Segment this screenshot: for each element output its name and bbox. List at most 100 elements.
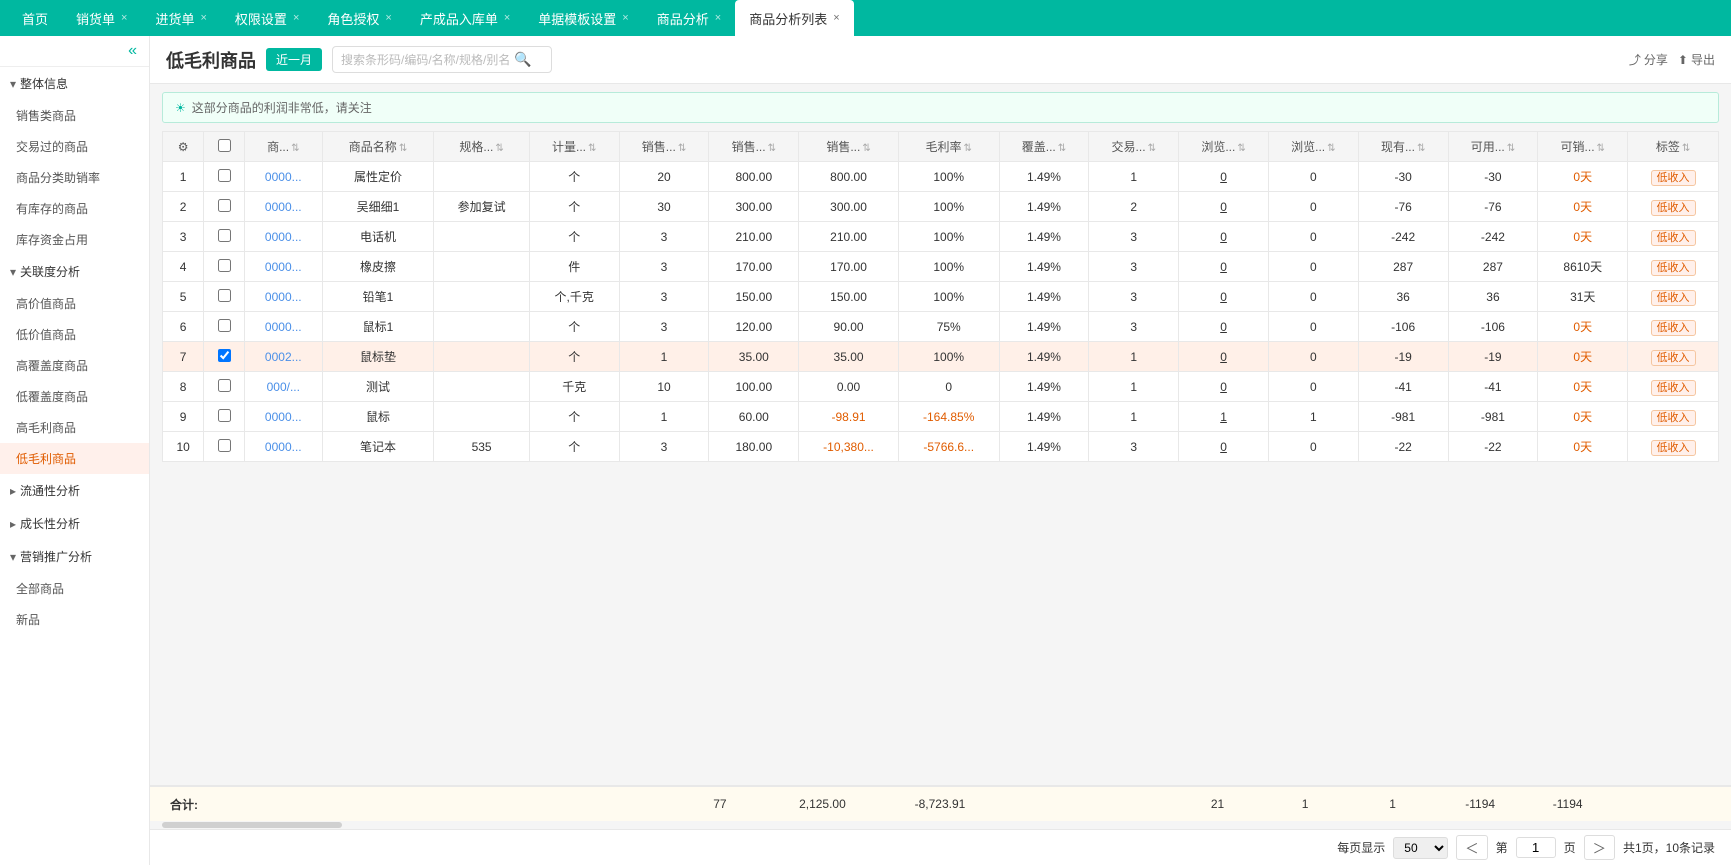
cell-view1[interactable]: 0 bbox=[1179, 222, 1269, 252]
nav-permission[interactable]: 权限设置 × bbox=[221, 0, 313, 36]
col-coverage[interactable]: 覆盖...⇅ bbox=[999, 132, 1089, 162]
row-checkbox[interactable] bbox=[218, 379, 231, 392]
close-icon[interactable]: × bbox=[715, 12, 721, 24]
cell-view1[interactable]: 0 bbox=[1179, 312, 1269, 342]
table-row[interactable]: 6 0000... 鼠标1 个 3 120.00 90.00 75% 1.49%… bbox=[163, 312, 1719, 342]
table-row[interactable]: 3 0000... 电话机 个 3 210.00 210.00 100% 1.4… bbox=[163, 222, 1719, 252]
sidebar-item-high-margin[interactable]: 高毛利商品 bbox=[0, 412, 149, 443]
close-icon[interactable]: × bbox=[385, 12, 391, 24]
sidebar-group-marketing[interactable]: ▾ 营销推广分析 bbox=[0, 540, 149, 573]
row-checkbox[interactable] bbox=[218, 169, 231, 182]
col-checkbox[interactable] bbox=[204, 132, 245, 162]
table-row[interactable]: 4 0000... 橡皮擦 件 3 170.00 170.00 100% 1.4… bbox=[163, 252, 1719, 282]
sidebar-item-inventory-products[interactable]: 有库存的商品 bbox=[0, 193, 149, 224]
sidebar-item-low-value[interactable]: 低价值商品 bbox=[0, 319, 149, 350]
close-icon[interactable]: × bbox=[293, 12, 299, 24]
cell-checkbox[interactable] bbox=[204, 162, 245, 192]
nav-product-in[interactable]: 产成品入库单 × bbox=[406, 0, 524, 36]
search-box[interactable]: 搜索条形码/编码/名称/规格/别名 🔍 bbox=[332, 46, 552, 73]
table-row[interactable]: 8 000/... 测试 千克 10 100.00 0.00 0 1.49% 1… bbox=[163, 372, 1719, 402]
close-icon[interactable]: × bbox=[833, 12, 839, 24]
cell-checkbox[interactable] bbox=[204, 222, 245, 252]
col-unit[interactable]: 计量...⇅ bbox=[529, 132, 619, 162]
row-checkbox[interactable] bbox=[218, 229, 231, 242]
sidebar-item-all-products[interactable]: 全部商品 bbox=[0, 573, 149, 604]
col-name[interactable]: 商品名称⇅ bbox=[322, 132, 434, 162]
col-sales-price[interactable]: 销售...⇅ bbox=[709, 132, 799, 162]
cell-view1[interactable]: 0 bbox=[1179, 342, 1269, 372]
cell-view1[interactable]: 0 bbox=[1179, 282, 1269, 312]
col-code[interactable]: 商...⇅ bbox=[244, 132, 322, 162]
cell-view1[interactable]: 0 bbox=[1179, 252, 1269, 282]
prev-page-button[interactable]: ＜ bbox=[1456, 835, 1487, 860]
page-number-input[interactable] bbox=[1516, 837, 1556, 858]
col-view1[interactable]: 浏览...⇅ bbox=[1179, 132, 1269, 162]
sidebar-item-category-rate[interactable]: 商品分类助销率 bbox=[0, 162, 149, 193]
nav-purchase[interactable]: 进货单 × bbox=[141, 0, 220, 36]
col-view2[interactable]: 浏览...⇅ bbox=[1268, 132, 1358, 162]
sidebar-item-sales-products[interactable]: 销售类商品 bbox=[0, 100, 149, 131]
table-row[interactable]: 1 0000... 属性定价 个 20 800.00 800.00 100% 1… bbox=[163, 162, 1719, 192]
col-current[interactable]: 现有...⇅ bbox=[1358, 132, 1448, 162]
sidebar-item-high-coverage[interactable]: 高覆盖度商品 bbox=[0, 350, 149, 381]
search-icon[interactable]: 🔍 bbox=[514, 51, 531, 68]
close-icon[interactable]: × bbox=[504, 12, 510, 24]
row-checkbox[interactable] bbox=[218, 289, 231, 302]
sidebar-item-high-value[interactable]: 高价值商品 bbox=[0, 288, 149, 319]
col-gross-margin[interactable]: 毛利率⇅ bbox=[898, 132, 999, 162]
col-sales-profit[interactable]: 销售...⇅ bbox=[799, 132, 899, 162]
cell-view1[interactable]: 0 bbox=[1179, 162, 1269, 192]
nav-sales[interactable]: 销货单 × bbox=[62, 0, 141, 36]
nav-product-analysis[interactable]: 商品分析 × bbox=[643, 0, 735, 36]
close-icon[interactable]: × bbox=[622, 12, 628, 24]
sidebar-item-traded-products[interactable]: 交易过的商品 bbox=[0, 131, 149, 162]
col-available[interactable]: 可用...⇅ bbox=[1448, 132, 1538, 162]
sidebar-group-overall[interactable]: ▾ 整体信息 bbox=[0, 67, 149, 100]
table-row[interactable]: 9 0000... 鼠标 个 1 60.00 -98.91 -164.85% 1… bbox=[163, 402, 1719, 432]
sidebar-item-low-coverage[interactable]: 低覆盖度商品 bbox=[0, 381, 149, 412]
sidebar-collapse-btn[interactable]: « bbox=[124, 42, 141, 60]
export-button[interactable]: ⬆ 导出 bbox=[1678, 51, 1715, 68]
sidebar-item-new-products[interactable]: 新品 bbox=[0, 604, 149, 635]
row-checkbox[interactable] bbox=[218, 349, 231, 362]
row-checkbox[interactable] bbox=[218, 319, 231, 332]
per-page-select[interactable]: 50 100 bbox=[1393, 837, 1448, 859]
col-sellable[interactable]: 可销...⇅ bbox=[1538, 132, 1628, 162]
row-checkbox[interactable] bbox=[218, 199, 231, 212]
cell-checkbox[interactable] bbox=[204, 192, 245, 222]
sidebar-group-correlation[interactable]: ▾ 关联度分析 bbox=[0, 255, 149, 288]
col-transaction[interactable]: 交易...⇅ bbox=[1089, 132, 1179, 162]
cell-checkbox[interactable] bbox=[204, 372, 245, 402]
cell-checkbox[interactable] bbox=[204, 312, 245, 342]
col-sales-qty[interactable]: 销售...⇅ bbox=[619, 132, 709, 162]
sidebar-item-capital-usage[interactable]: 库存资金占用 bbox=[0, 224, 149, 255]
row-checkbox[interactable] bbox=[218, 439, 231, 452]
table-row[interactable]: 7 0002... 鼠标垫 个 1 35.00 35.00 100% 1.49%… bbox=[163, 342, 1719, 372]
next-page-button[interactable]: ＞ bbox=[1584, 835, 1615, 860]
cell-view1[interactable]: 0 bbox=[1179, 192, 1269, 222]
cell-checkbox[interactable] bbox=[204, 432, 245, 462]
cell-view1[interactable]: 1 bbox=[1179, 402, 1269, 432]
cell-checkbox[interactable] bbox=[204, 342, 245, 372]
table-row[interactable]: 10 0000... 笔记本 535 个 3 180.00 -10,380...… bbox=[163, 432, 1719, 462]
select-all-checkbox[interactable] bbox=[218, 139, 231, 152]
table-row[interactable]: 5 0000... 铅笔1 个,千克 3 150.00 150.00 100% … bbox=[163, 282, 1719, 312]
sidebar-group-circulation[interactable]: ▸ 流通性分析 bbox=[0, 474, 149, 507]
nav-role[interactable]: 角色授权 × bbox=[313, 0, 405, 36]
cell-view1[interactable]: 0 bbox=[1179, 432, 1269, 462]
nav-template[interactable]: 单据模板设置 × bbox=[524, 0, 642, 36]
sidebar-group-growth[interactable]: ▸ 成长性分析 bbox=[0, 507, 149, 540]
col-spec[interactable]: 规格...⇅ bbox=[434, 132, 529, 162]
nav-home[interactable]: 首页 bbox=[8, 0, 62, 36]
horizontal-scrollbar[interactable] bbox=[162, 822, 342, 828]
filter-period-button[interactable]: 近一月 bbox=[266, 48, 322, 71]
row-checkbox[interactable] bbox=[218, 259, 231, 272]
cell-checkbox[interactable] bbox=[204, 402, 245, 432]
cell-checkbox[interactable] bbox=[204, 282, 245, 312]
close-icon[interactable]: × bbox=[121, 12, 127, 24]
close-icon[interactable]: × bbox=[200, 12, 206, 24]
table-row[interactable]: 2 0000... 吴细细1 参加复试 个 30 300.00 300.00 1… bbox=[163, 192, 1719, 222]
col-settings[interactable]: ⚙ bbox=[163, 132, 204, 162]
cell-view1[interactable]: 0 bbox=[1179, 372, 1269, 402]
nav-product-analysis-list[interactable]: 商品分析列表 × bbox=[735, 0, 853, 36]
